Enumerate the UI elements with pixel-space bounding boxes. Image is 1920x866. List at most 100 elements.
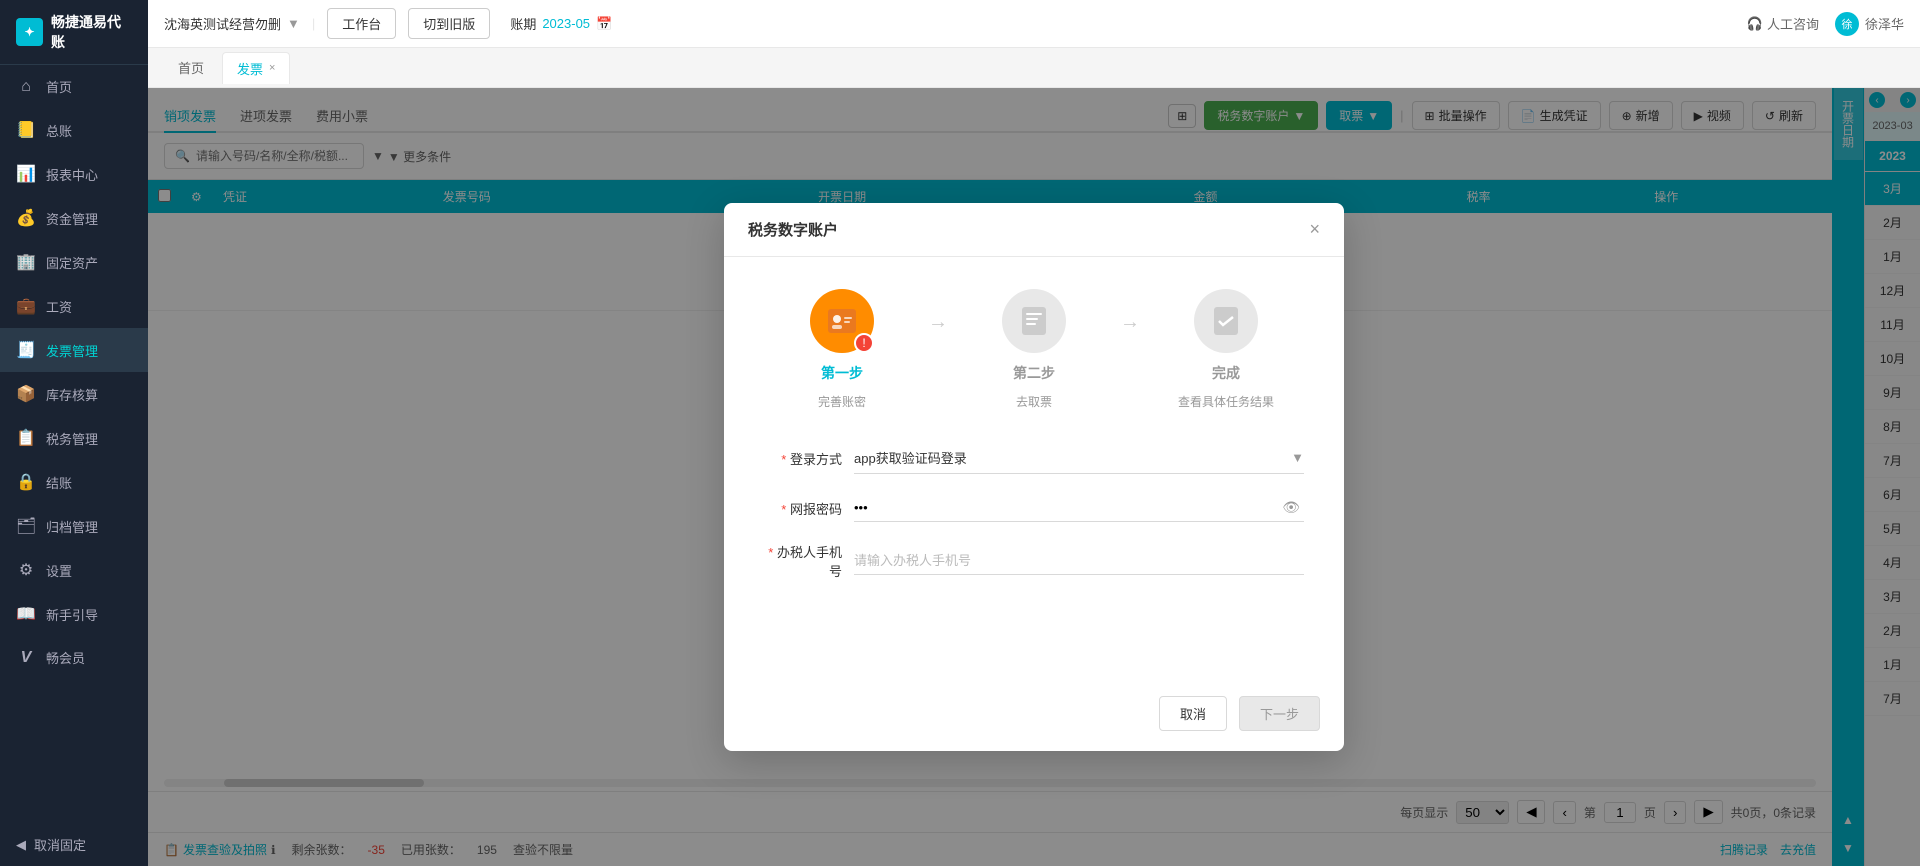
inventory-icon: 📦 <box>16 384 36 404</box>
funds-icon: 💰 <box>16 208 36 228</box>
sidebar-label-close: 结账 <box>46 473 72 492</box>
sidebar-item-invoice[interactable]: 🧾 发票管理 <box>0 328 148 372</box>
assets-icon: 🏢 <box>16 252 36 272</box>
step2-desc: 去取票 <box>1016 393 1052 410</box>
unpin-label: 取消固定 <box>34 835 86 854</box>
password-row: * 网报密码 👁 <box>764 494 1304 522</box>
modal-title: 税务数字账户 <box>748 219 838 240</box>
sidebar-item-close[interactable]: 🔒 结账 <box>0 460 148 504</box>
step3-icon-wrap <box>1194 289 1258 353</box>
sidebar-label-settings: 设置 <box>46 561 72 580</box>
period-display: 账期 2023-05 📅 <box>510 14 612 33</box>
password-input[interactable] <box>854 494 1278 521</box>
select-arrow-icon: ▼ <box>1291 450 1304 465</box>
topbar-right: 🎧 人工咨询 徐 徐泽华 <box>1747 12 1904 36</box>
login-method-value: app获取验证码登录 <box>854 448 967 467</box>
step2-icon-wrap <box>1002 289 1066 353</box>
salary-icon: 💼 <box>16 296 36 316</box>
step2-label: 第二步 <box>1013 363 1055 383</box>
user-avatar: 徐 <box>1835 12 1859 36</box>
modal-overlay: 税务数字账户 × <box>148 88 1920 866</box>
step1-icon <box>824 303 860 339</box>
sidebar-label-funds: 资金管理 <box>46 209 98 228</box>
step3-desc: 查看具体任务结果 <box>1178 393 1274 410</box>
sidebar-label-reports: 报表中心 <box>46 165 98 184</box>
next-button[interactable]: 下一步 <box>1239 696 1320 731</box>
sidebar-item-guide[interactable]: 📖 新手引导 <box>0 592 148 636</box>
sidebar-item-inventory[interactable]: 📦 库存核算 <box>0 372 148 416</box>
login-method-row: * 登录方式 app获取验证码登录 ▼ <box>764 442 1304 474</box>
sidebar-item-reports[interactable]: 📊 报表中心 <box>0 152 148 196</box>
sidebar-item-assets[interactable]: 🏢 固定资产 <box>0 240 148 284</box>
ledger-icon: 📒 <box>16 120 36 140</box>
sidebar-label-assets: 固定资产 <box>46 253 98 272</box>
app-name: 畅捷通易代账 <box>51 12 132 52</box>
modal-close-button[interactable]: × <box>1309 219 1320 240</box>
unpin-icon: ◀ <box>16 837 26 853</box>
modal-form: * 登录方式 app获取验证码登录 ▼ * <box>724 434 1344 624</box>
reports-icon: 📊 <box>16 164 36 184</box>
tax-icon: 📋 <box>16 428 36 448</box>
arrow-2-3: → <box>1112 311 1148 334</box>
sidebar-label-guide: 新手引导 <box>46 605 98 624</box>
phone-required-mark: * <box>768 545 773 560</box>
app-logo: ✦ 畅捷通易代账 <box>0 0 148 65</box>
phone-label: * 办税人手机号 <box>764 542 854 580</box>
settings-icon: ⚙ <box>16 560 36 580</box>
service-label: 人工咨询 <box>1767 14 1819 33</box>
phone-input[interactable] <box>854 547 1304 575</box>
period-value: 2023-05 <box>542 16 590 31</box>
step1-error-badge: ! <box>854 333 874 353</box>
home-icon: ⌂ <box>16 78 36 96</box>
sidebar-label-archive: 归档管理 <box>46 517 98 536</box>
company-selector[interactable]: 沈海英测试经营勿删 ▼ <box>164 14 300 33</box>
step3-icon <box>1208 303 1244 339</box>
sidebar: ✦ 畅捷通易代账 ⌂ 首页 📒 总账 📊 报表中心 💰 资金管理 🏢 固定资产 … <box>0 0 148 866</box>
step1-desc: 完善账密 <box>818 393 866 410</box>
tab-home-label: 首页 <box>178 58 204 77</box>
login-method-label: * 登录方式 <box>764 449 854 468</box>
step-3: 完成 查看具体任务结果 <box>1148 289 1304 410</box>
cancel-button[interactable]: 取消 <box>1159 696 1227 731</box>
unpin-button[interactable]: ◀ 取消固定 <box>0 823 148 866</box>
sidebar-item-tax[interactable]: 📋 税务管理 <box>0 416 148 460</box>
guide-icon: 📖 <box>16 604 36 624</box>
main-content: 沈海英测试经营勿删 ▼ | 工作台 切到旧版 账期 2023-05 📅 🎧 人工… <box>148 0 1920 866</box>
sidebar-item-archive[interactable]: 🗂 归档管理 <box>0 504 148 548</box>
sidebar-label-salary: 工资 <box>46 297 72 316</box>
login-method-select[interactable]: app获取验证码登录 ▼ <box>854 442 1304 474</box>
steps-container: ! 第一步 完善账密 → <box>724 257 1344 434</box>
modal-spacer <box>724 624 1344 684</box>
tax-account-modal: 税务数字账户 × <box>724 203 1344 751</box>
sidebar-item-funds[interactable]: 💰 资金管理 <box>0 196 148 240</box>
calendar-icon[interactable]: 📅 <box>596 16 612 32</box>
sidebar-item-settings[interactable]: ⚙ 设置 <box>0 548 148 592</box>
company-dropdown-icon: ▼ <box>287 16 300 31</box>
switch-label: 切到旧版 <box>423 17 475 32</box>
step1-label: 第一步 <box>821 363 863 383</box>
switch-version-button[interactable]: 切到旧版 <box>408 8 490 39</box>
workbench-button[interactable]: 工作台 <box>327 8 396 39</box>
modal-header: 税务数字账户 × <box>724 203 1344 257</box>
service-link[interactable]: 🎧 人工咨询 <box>1747 14 1819 33</box>
sidebar-item-salary[interactable]: 💼 工资 <box>0 284 148 328</box>
workbench-label: 工作台 <box>342 17 381 32</box>
sidebar-label-home: 首页 <box>46 77 72 96</box>
user-menu[interactable]: 徐 徐泽华 <box>1835 12 1904 36</box>
step-2: 第二步 去取票 <box>956 289 1112 410</box>
sidebar-item-membership[interactable]: V 畅会员 <box>0 636 148 679</box>
sidebar-item-home[interactable]: ⌂ 首页 <box>0 65 148 108</box>
tab-home[interactable]: 首页 <box>164 52 218 83</box>
tab-close-icon[interactable]: × <box>269 62 275 74</box>
password-field-wrap: 👁 <box>854 494 1304 522</box>
password-toggle-icon[interactable]: 👁 <box>1278 495 1304 520</box>
sidebar-label-ledger: 总账 <box>46 121 72 140</box>
sidebar-label-invoice: 发票管理 <box>46 341 98 360</box>
close-icon: 🔒 <box>16 472 36 492</box>
topbar-sep1: | <box>312 16 315 31</box>
sidebar-item-ledger[interactable]: 📒 总账 <box>0 108 148 152</box>
tab-invoice[interactable]: 发票 × <box>222 52 290 84</box>
invoice-icon: 🧾 <box>16 340 36 360</box>
step-1: ! 第一步 完善账密 <box>764 289 920 410</box>
required-mark: * <box>781 452 786 467</box>
